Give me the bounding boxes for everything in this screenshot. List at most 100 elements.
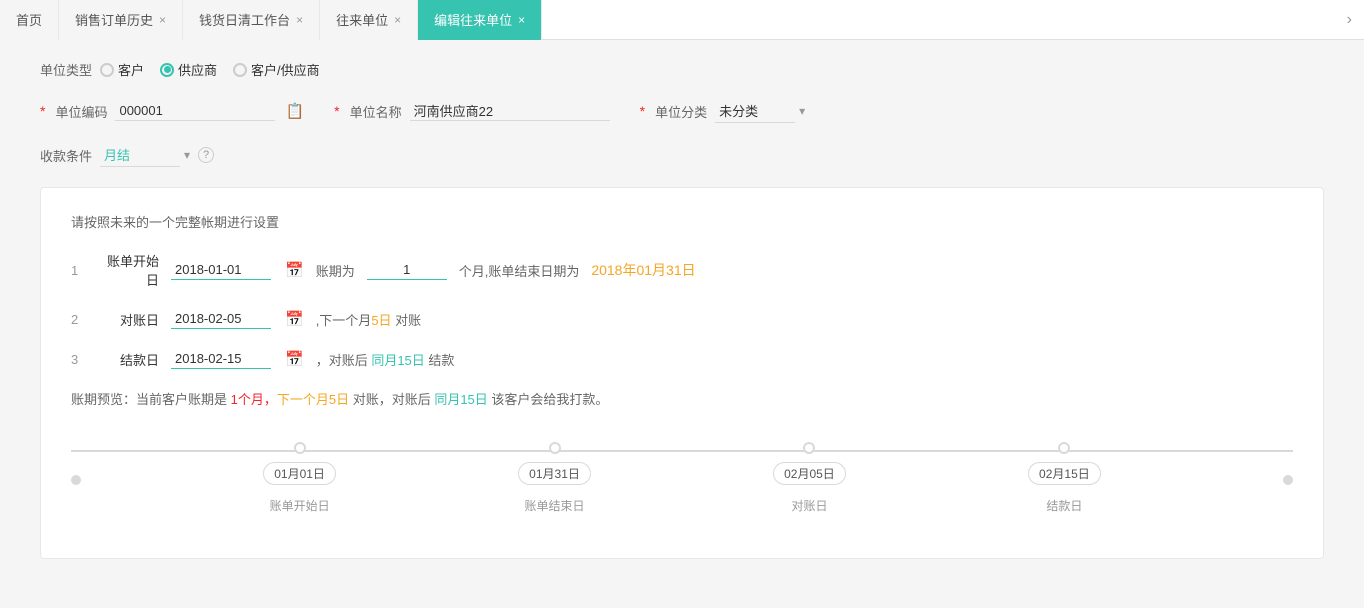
payment-help-icon[interactable]: ?	[198, 147, 214, 163]
radio-both-circle	[233, 63, 247, 77]
period-row2-suffix: ,下一个月5日 对账	[316, 310, 421, 329]
timeline-label-1: 账单开始日	[270, 497, 330, 514]
period-num-1: 1	[71, 263, 87, 278]
preview-suffix: 该客户会给我打款。	[488, 392, 609, 407]
timeline-points: 01月01日 账单开始日 01月31日 账单结束日 02月05日 对账日	[71, 442, 1293, 514]
timeline-container: 01月01日 账单开始日 01月31日 账单结束日 02月05日 对账日	[71, 432, 1293, 534]
period-num-3: 3	[71, 352, 87, 367]
payment-select-value: 月结	[100, 143, 180, 167]
period-month-input[interactable]	[367, 260, 447, 280]
unit-category-chevron-icon: ▾	[799, 104, 805, 118]
preview-payment: 同月15日	[434, 392, 487, 407]
timeline-dot-2	[549, 442, 561, 454]
timeline-point-1: 01月01日 账单开始日	[263, 442, 336, 514]
period-row-3: 3 结款日 📅 ，对账后 同月15日 结款	[71, 349, 1293, 369]
tab-cash-workbench-label: 钱货日清工作台	[199, 10, 290, 29]
period-start-date-input[interactable]	[171, 260, 271, 280]
timeline-badge-4: 02月15日	[1028, 462, 1101, 485]
period-field-label-2: 对账日	[99, 310, 159, 329]
preview-mid: 对账，对账后	[349, 392, 434, 407]
period-box: 请按照未来的一个完整帐期进行设置 1 账单开始日 📅 账期为 个月,账单结束日期…	[40, 187, 1324, 559]
unit-type-label: 单位类型	[40, 60, 92, 79]
unit-name-input[interactable]	[410, 101, 610, 121]
radio-customer[interactable]: 客户	[100, 60, 144, 79]
period-hint: 请按照未来的一个完整帐期进行设置	[71, 212, 1293, 231]
preview-month: 1个月，	[231, 392, 277, 407]
tab-cash-workbench[interactable]: 钱货日清工作台 ×	[183, 0, 320, 40]
period-payment-date-input[interactable]	[171, 349, 271, 369]
tab-home[interactable]: 首页	[0, 0, 59, 40]
period-reconcile-date-input[interactable]	[171, 309, 271, 329]
period-end-date: 2018年01月31日	[591, 260, 695, 280]
timeline-badge-2: 01月31日	[518, 462, 591, 485]
payment-row: 收款条件 月结 ▾ ?	[40, 143, 1324, 167]
radio-customer-label: 客户	[118, 60, 144, 79]
timeline-dot-1	[294, 442, 306, 454]
unit-category-select[interactable]: 未分类 ▾	[715, 99, 805, 123]
unit-code-picker-icon[interactable]: 📋	[285, 102, 304, 120]
timeline-label-2: 账单结束日	[525, 497, 585, 514]
unit-info-row: * 单位编码 📋 * 单位名称 * 单位分类 未分类 ▾	[40, 99, 1324, 123]
tab-home-label: 首页	[16, 10, 42, 29]
tab-edit-contact-close-icon[interactable]: ×	[518, 13, 525, 27]
radio-customer-circle	[100, 63, 114, 77]
radio-supplier-circle	[160, 63, 174, 77]
unit-category-item: * 单位分类 未分类 ▾	[640, 99, 806, 123]
period-reconcile-calendar-icon[interactable]: 📅	[285, 310, 304, 328]
tab-contacts-close-icon[interactable]: ×	[394, 13, 401, 27]
unit-name-label: 单位名称	[350, 102, 402, 121]
tab-edit-contact[interactable]: 编辑往来单位 ×	[418, 0, 542, 40]
period-payment-calendar-icon[interactable]: 📅	[285, 350, 304, 368]
main-content: 单位类型 客户 供应商 客户/供应商	[0, 40, 1364, 600]
timeline-point-2: 01月31日 账单结束日	[518, 442, 591, 514]
unit-name-star: *	[334, 103, 339, 119]
unit-category-value: 未分类	[715, 99, 795, 123]
radio-supplier-inner	[164, 66, 171, 73]
unit-type-row: 单位类型 客户 供应商 客户/供应商	[40, 60, 1324, 79]
tab-cash-workbench-close-icon[interactable]: ×	[296, 13, 303, 27]
period-suffix-after: 个月,账单结束日期为	[459, 261, 580, 280]
radio-group: 客户 供应商 客户/供应商	[100, 60, 320, 79]
tab-edit-contact-label: 编辑往来单位	[434, 10, 512, 29]
unit-code-item: * 单位编码 📋	[40, 101, 304, 121]
preview-reconcile: 下一个月5日	[277, 392, 349, 407]
tab-contacts[interactable]: 往来单位 ×	[320, 0, 418, 40]
period-suffix-before: 账期为	[316, 261, 355, 280]
unit-type-item: 单位类型 客户 供应商 客户/供应商	[40, 60, 320, 79]
unit-code-star: *	[40, 103, 45, 119]
timeline-dot-3	[803, 442, 815, 454]
timeline-point-3: 02月05日 对账日	[773, 442, 846, 514]
timeline-end-dot	[1283, 475, 1293, 485]
unit-name-item: * 单位名称	[334, 101, 609, 121]
timeline-point-4: 02月15日 结款日	[1028, 442, 1101, 514]
period-num-2: 2	[71, 312, 87, 327]
preview-text: 账期预览：当前客户账期是 1个月，下一个月5日 对账，对账后 同月15日 该客户…	[71, 389, 1293, 408]
period-field-label-3: 结款日	[99, 350, 159, 369]
unit-code-input[interactable]	[115, 101, 275, 121]
preview-prefix: 账期预览：当前客户账期是	[71, 392, 231, 407]
payment-chevron-icon: ▾	[184, 148, 190, 162]
tab-sales-history[interactable]: 销售订单历史 ×	[59, 0, 183, 40]
payment-label: 收款条件	[40, 146, 92, 165]
period-row-2: 2 对账日 📅 ,下一个月5日 对账	[71, 309, 1293, 329]
radio-both[interactable]: 客户/供应商	[233, 60, 320, 79]
tab-contacts-label: 往来单位	[336, 10, 388, 29]
period-row3-suffix: ，对账后 同月15日 结款	[316, 350, 455, 369]
period-start-calendar-icon[interactable]: 📅	[285, 261, 304, 279]
tab-sales-history-close-icon[interactable]: ×	[159, 13, 166, 27]
tab-expand-icon[interactable]: ›	[1335, 11, 1364, 29]
payment-select[interactable]: 月结 ▾	[100, 143, 190, 167]
radio-supplier-label: 供应商	[178, 60, 217, 79]
unit-category-label: 单位分类	[655, 102, 707, 121]
timeline-badge-3: 02月05日	[773, 462, 846, 485]
period-row-1: 1 账单开始日 📅 账期为 个月,账单结束日期为 2018年01月31日	[71, 251, 1293, 289]
timeline-dot-4	[1058, 442, 1070, 454]
timeline-start-dot	[71, 475, 81, 485]
tab-sales-history-label: 销售订单历史	[75, 10, 153, 29]
radio-supplier[interactable]: 供应商	[160, 60, 217, 79]
timeline-label-3: 对账日	[791, 497, 827, 514]
payment-item: 收款条件 月结 ▾ ?	[40, 143, 214, 167]
unit-code-label: 单位编码	[55, 102, 107, 121]
period-field-label-1: 账单开始日	[99, 251, 159, 289]
timeline-badge-1: 01月01日	[263, 462, 336, 485]
